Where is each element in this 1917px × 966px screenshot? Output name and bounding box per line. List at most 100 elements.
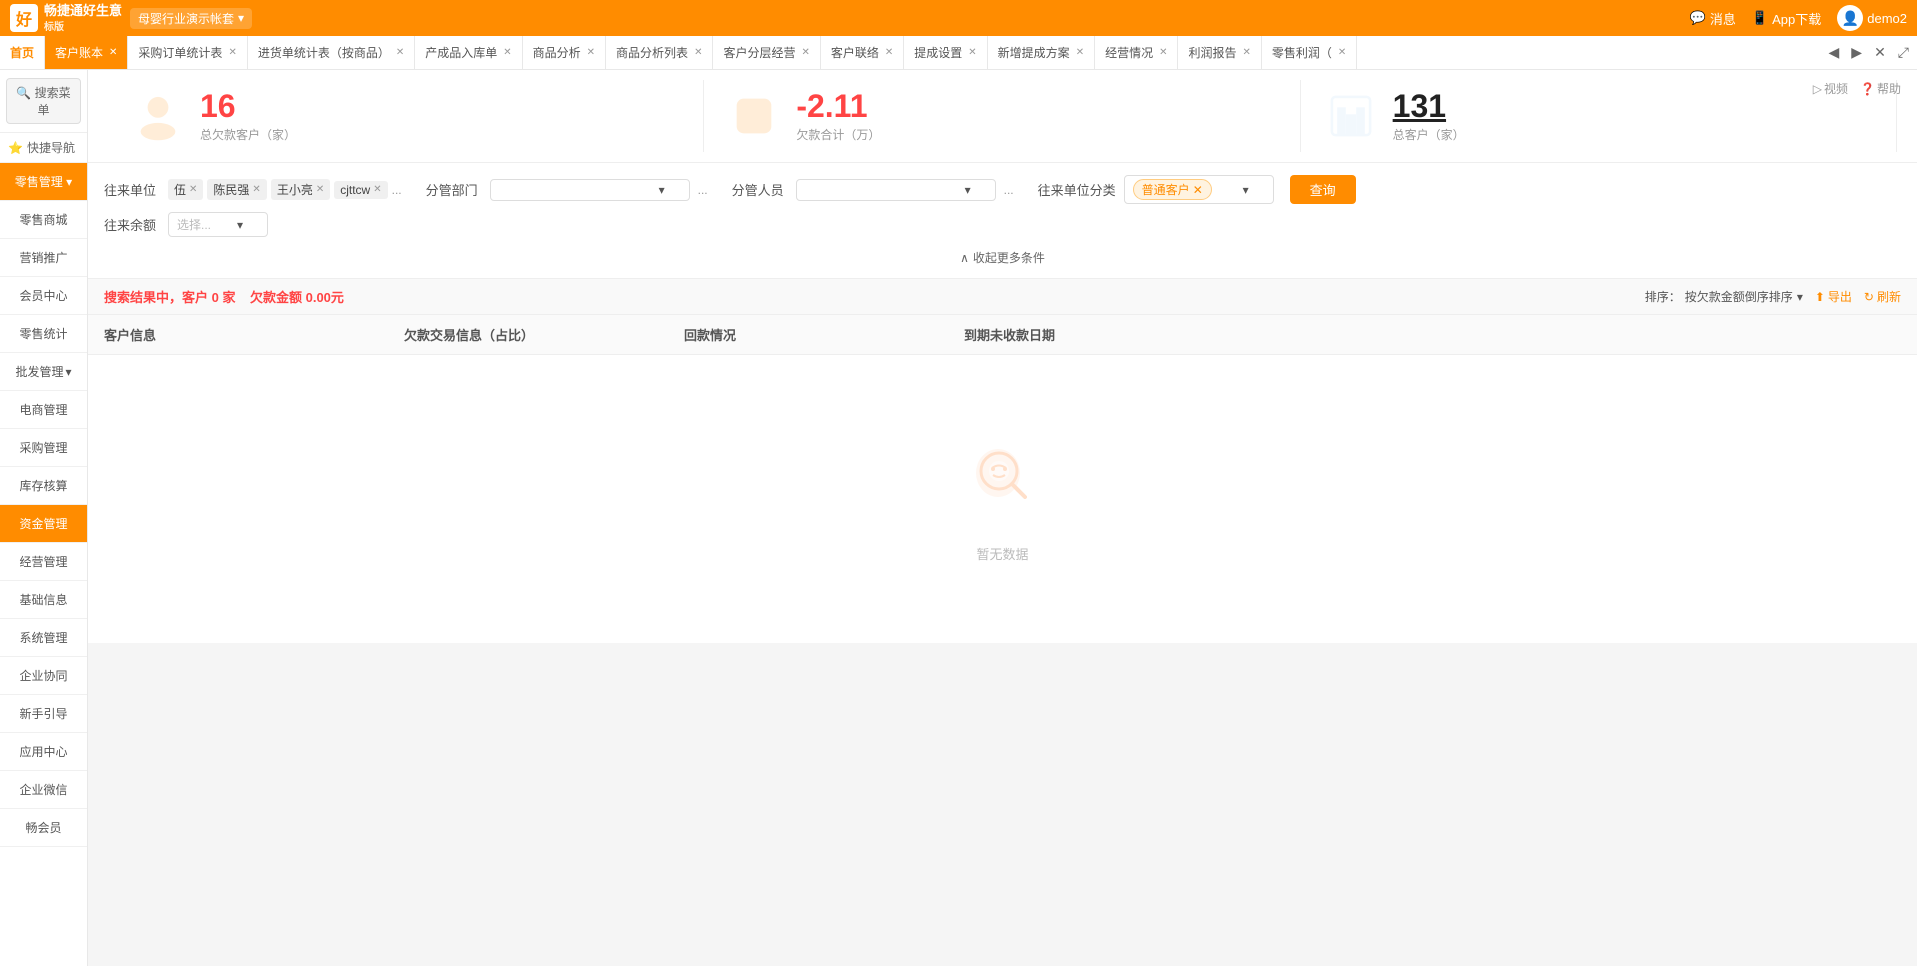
video-help-btn[interactable]: ▷ 视频 bbox=[1813, 80, 1848, 97]
close-tab-customer-layer[interactable]: ✕ bbox=[801, 47, 809, 58]
query-btn[interactable]: 查询 bbox=[1290, 175, 1356, 204]
close-tab-tips-settings[interactable]: ✕ bbox=[968, 47, 976, 58]
sidebar-item-ecommerce[interactable]: 电商管理 bbox=[0, 391, 87, 429]
tab-biz-status[interactable]: 经营情况 ✕ bbox=[1095, 36, 1178, 69]
close-tab-purchase-order[interactable]: ✕ bbox=[228, 47, 236, 58]
col-header-repay: 回款情况 bbox=[684, 325, 964, 344]
debt-icon: ¥ bbox=[724, 86, 784, 146]
collapse-row: ∧ 收起更多条件 bbox=[104, 245, 1901, 266]
tab-retail-profit[interactable]: 零售利润（ ✕ bbox=[1262, 36, 1357, 69]
sidebar-item-retail-stats[interactable]: 零售统计 bbox=[0, 315, 87, 353]
sidebar-item-system[interactable]: 系统管理 bbox=[0, 619, 87, 657]
filter-tag-chen: 陈民强 ✕ bbox=[207, 179, 266, 200]
sidebar-item-wholesale[interactable]: 批发管理 ▾ bbox=[0, 353, 87, 391]
sidebar-item-operation[interactable]: 经营管理 bbox=[0, 543, 87, 581]
data-table: 客户信息 欠款交易信息（占比） 回款情况 到期未收款日期 bbox=[88, 315, 1917, 643]
tab-product-analysis-list[interactable]: 商品分析列表 ✕ bbox=[606, 36, 713, 69]
balance-select[interactable]: 选择... ▾ bbox=[168, 212, 268, 237]
sidebar-item-retail[interactable]: 零售管理 ▾ bbox=[0, 163, 87, 201]
col-header-debt: 欠款交易信息（占比） bbox=[404, 325, 684, 344]
sidebar-item-vip[interactable]: 畅会员 bbox=[0, 809, 87, 847]
filter-label-category: 往来单位分类 bbox=[1038, 180, 1116, 199]
tab-new-tips[interactable]: 新增提成方案 ✕ bbox=[988, 36, 1095, 69]
dept-select[interactable]: ▾ bbox=[490, 179, 690, 201]
tab-prev-btn[interactable]: ◀ bbox=[1825, 42, 1844, 63]
sidebar-item-enterprise[interactable]: 企业协同 bbox=[0, 657, 87, 695]
close-tab-profit-report[interactable]: ✕ bbox=[1243, 47, 1251, 58]
filter-row-balance: 往来余额 选择... ▾ bbox=[104, 212, 1901, 237]
tab-purchase-order[interactable]: 采购订单统计表 ✕ bbox=[128, 36, 247, 69]
table-header: 客户信息 欠款交易信息（占比） 回款情况 到期未收款日期 bbox=[88, 315, 1917, 355]
stat-block-debt: ¥ -2.11 欠款合计（万） bbox=[704, 80, 1300, 152]
question-icon: ❓ bbox=[1860, 82, 1875, 96]
close-tab-product-analysis[interactable]: ✕ bbox=[587, 47, 595, 58]
refresh-btn[interactable]: ↻ 刷新 bbox=[1864, 288, 1901, 305]
filter-tag-wang: 王小亮 ✕ bbox=[271, 179, 330, 200]
app-icon: 📱 bbox=[1752, 10, 1768, 26]
sidebar-item-finance[interactable]: 资金管理 bbox=[0, 505, 87, 543]
close-tab-product-stock[interactable]: ✕ bbox=[503, 47, 511, 58]
account-dropdown[interactable]: 母婴行业演示帐套 ▾ bbox=[130, 8, 252, 29]
person-expand-btn[interactable]: ... bbox=[1004, 183, 1014, 197]
dept-expand-btn[interactable]: ... bbox=[698, 183, 708, 197]
nav-tabs-scroll: 首页 客户账本 ✕ 采购订单统计表 ✕ 进货单统计表（按商品） ✕ 产成品入库单… bbox=[0, 36, 1821, 69]
tab-maximize-btn[interactable]: ⤢ bbox=[1894, 42, 1913, 63]
filter-tag-wu: 伍 ✕ bbox=[168, 179, 203, 200]
search-icon: 🔍 bbox=[16, 86, 31, 100]
chevron-down-icon: ▾ bbox=[1797, 290, 1803, 304]
sidebar-item-app-center[interactable]: 应用中心 bbox=[0, 733, 87, 771]
message-btn[interactable]: 💬 消息 bbox=[1690, 9, 1736, 28]
tab-purchase-stats[interactable]: 进货单统计表（按商品） ✕ bbox=[248, 36, 415, 69]
tab-customer-layer[interactable]: 客户分层经营 ✕ bbox=[713, 36, 820, 69]
sidebar-item-member[interactable]: 会员中心 bbox=[0, 277, 87, 315]
close-tab-purchase-stats[interactable]: ✕ bbox=[396, 47, 404, 58]
remove-tag-wu[interactable]: ✕ bbox=[189, 184, 197, 195]
remove-tag-cjttcw[interactable]: ✕ bbox=[373, 184, 381, 195]
close-tab-product-analysis-list[interactable]: ✕ bbox=[694, 47, 702, 58]
sidebar-search-btn[interactable]: 🔍 搜索菜单 bbox=[6, 78, 81, 124]
tab-customer-book[interactable]: 客户账本 ✕ bbox=[45, 36, 128, 69]
remove-tag-wang[interactable]: ✕ bbox=[316, 184, 324, 195]
sidebar-item-retail-mall[interactable]: 零售商城 bbox=[0, 201, 87, 239]
close-tab-customer-book[interactable]: ✕ bbox=[109, 47, 117, 58]
chevron-down-icon: ▾ bbox=[237, 218, 243, 232]
user-menu[interactable]: 👤 demo2 bbox=[1837, 5, 1907, 31]
filter-tag-cjttcw: cjttcw ✕ bbox=[334, 181, 387, 199]
sidebar-item-marketing[interactable]: 营销推广 bbox=[0, 239, 87, 277]
col-header-customer: 客户信息 bbox=[104, 325, 404, 344]
tab-tips-settings[interactable]: 提成设置 ✕ bbox=[904, 36, 987, 69]
close-tab-customer-contact[interactable]: ✕ bbox=[885, 47, 893, 58]
chevron-up-icon: ∧ bbox=[960, 251, 969, 265]
help-btn[interactable]: ❓ 帮助 bbox=[1860, 80, 1901, 97]
content-area: 16 总欠款客户（家） ¥ -2.11 欠款合计（万） bbox=[88, 70, 1917, 966]
tab-next-btn[interactable]: ▶ bbox=[1847, 42, 1866, 63]
export-btn[interactable]: ⬆ 导出 bbox=[1815, 288, 1852, 305]
remove-category-btn[interactable]: ✕ bbox=[1193, 183, 1203, 197]
app-download-btn[interactable]: 📱 App下载 bbox=[1752, 9, 1821, 28]
tab-product-stock[interactable]: 产成品入库单 ✕ bbox=[415, 36, 522, 69]
sidebar-item-basic[interactable]: 基础信息 bbox=[0, 581, 87, 619]
sidebar-quick-nav[interactable]: ⭐ 快捷导航 bbox=[0, 133, 87, 163]
svg-text:¥: ¥ bbox=[749, 107, 760, 128]
category-select[interactable]: 普通客户 ✕ ▾ bbox=[1124, 175, 1274, 204]
filter-more-btn[interactable]: ... bbox=[392, 183, 402, 197]
sidebar-item-purchase[interactable]: 采购管理 bbox=[0, 429, 87, 467]
empty-state: 暂无数据 bbox=[88, 355, 1917, 643]
tab-home[interactable]: 首页 bbox=[0, 36, 45, 69]
tab-customer-contact[interactable]: 客户联络 ✕ bbox=[821, 36, 904, 69]
sidebar-item-inventory[interactable]: 库存核算 bbox=[0, 467, 87, 505]
person-select[interactable]: ▾ bbox=[796, 179, 996, 201]
remove-tag-chen[interactable]: ✕ bbox=[252, 184, 260, 195]
collapse-btn[interactable]: ∧ 收起更多条件 bbox=[960, 249, 1045, 266]
stat-label-customers: 总欠款客户（家） bbox=[200, 126, 296, 143]
logo-area: 好 畅捷通好生意 标版 bbox=[10, 3, 122, 34]
tab-close-all-btn[interactable]: ✕ bbox=[1870, 42, 1890, 63]
sidebar-item-newbie[interactable]: 新手引导 bbox=[0, 695, 87, 733]
tab-profit-report[interactable]: 利润报告 ✕ bbox=[1178, 36, 1261, 69]
sort-select[interactable]: 排序： 按欠款金额倒序排序 ▾ bbox=[1645, 288, 1803, 305]
sidebar-item-wechat[interactable]: 企业微信 bbox=[0, 771, 87, 809]
tab-product-analysis[interactable]: 商品分析 ✕ bbox=[523, 36, 606, 69]
close-tab-biz-status[interactable]: ✕ bbox=[1159, 47, 1167, 58]
close-tab-new-tips[interactable]: ✕ bbox=[1076, 47, 1084, 58]
close-tab-retail-profit[interactable]: ✕ bbox=[1338, 47, 1346, 58]
